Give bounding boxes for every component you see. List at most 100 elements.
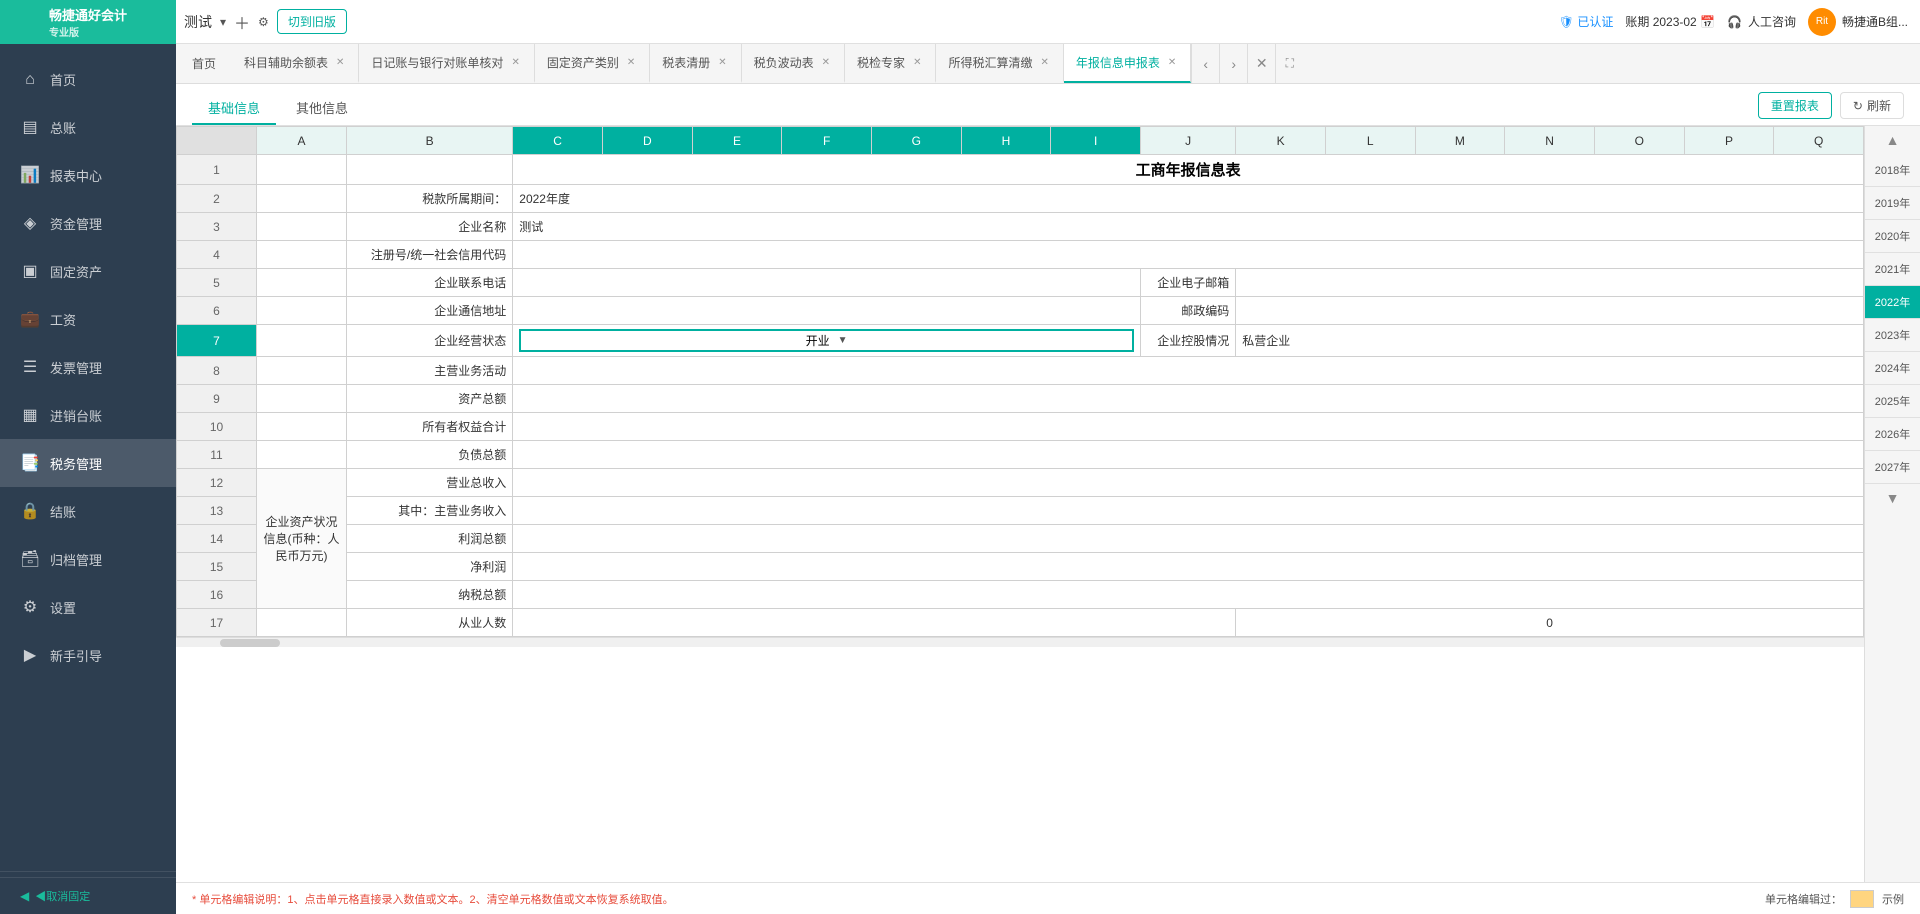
- year-item-2019[interactable]: 2019年: [1865, 187, 1920, 220]
- cell-main-revenue-value[interactable]: [513, 497, 1864, 525]
- h-scrollbar[interactable]: [176, 637, 1864, 647]
- year-item-2022[interactable]: 2022年: [1865, 286, 1920, 319]
- col-header-e[interactable]: E: [692, 127, 782, 155]
- sidebar-item-inventory[interactable]: ▦ 进销台账: [0, 391, 176, 439]
- sidebar-item-tax[interactable]: 📑 税务管理: [0, 439, 176, 487]
- dropdown-icon[interactable]: ▾: [220, 15, 226, 29]
- spreadsheet-main[interactable]: A B C D E F G H I J K L: [176, 126, 1864, 882]
- tab-tax-expert[interactable]: 税检专家 ✕: [845, 44, 936, 83]
- sidebar-item-assets[interactable]: ▣ 固定资产: [0, 247, 176, 295]
- cell-total-debt-value[interactable]: [513, 441, 1864, 469]
- sidebar-item-archive[interactable]: 🗃 归档管理: [0, 535, 176, 583]
- col-header-a[interactable]: A: [257, 127, 347, 155]
- collapse-sidebar-button[interactable]: ◀ ◀取消固定: [0, 877, 176, 914]
- cell-total-revenue-value[interactable]: [513, 469, 1864, 497]
- cell-period-value[interactable]: 2022年度: [513, 185, 1864, 213]
- sidebar-item-home[interactable]: ⌂ 首页: [0, 56, 176, 103]
- cell-equity-value[interactable]: [513, 413, 1864, 441]
- cell-employees-num[interactable]: 0: [1236, 609, 1864, 637]
- tab-close-tax-wave[interactable]: ✕: [820, 57, 832, 68]
- tab-close-aux[interactable]: ✕: [334, 57, 346, 68]
- tab-close-tax-list[interactable]: ✕: [716, 57, 728, 68]
- cell-phone-value[interactable]: [513, 269, 1141, 297]
- sub-tab-actions: 重置报表 ↻ 刷新: [1758, 92, 1904, 125]
- cell-regnum-value[interactable]: [513, 241, 1864, 269]
- tab-prev-button[interactable]: ‹: [1191, 44, 1219, 83]
- add-icon[interactable]: ＋: [234, 10, 250, 34]
- cell-address-value[interactable]: [513, 297, 1141, 325]
- col-header-b[interactable]: B: [347, 127, 513, 155]
- tab-close-bank[interactable]: ✕: [509, 57, 521, 68]
- sidebar-item-close[interactable]: 🔒 结账: [0, 487, 176, 535]
- tab-bank-reconcile[interactable]: 日记账与银行对账单核对 ✕: [359, 44, 534, 83]
- year-item-2021[interactable]: 2021年: [1865, 253, 1920, 286]
- cell-biz-status-value[interactable]: 开业 ▼: [513, 325, 1141, 357]
- tab-close-all-button[interactable]: ✕: [1247, 44, 1275, 83]
- year-item-2026[interactable]: 2026年: [1865, 418, 1920, 451]
- sidebar-item-settings[interactable]: ⚙ 设置: [0, 583, 176, 631]
- cell-total-assets-value[interactable]: [513, 385, 1864, 413]
- cell-employees-value[interactable]: [513, 609, 1236, 637]
- cell-net-profit-value[interactable]: [513, 553, 1864, 581]
- year-scroll-down-button[interactable]: ▼: [1865, 484, 1920, 512]
- user-profile[interactable]: Rit 畅捷通B组...: [1808, 8, 1908, 36]
- col-header-q[interactable]: Q: [1774, 127, 1864, 155]
- tab-tax-list[interactable]: 税表清册 ✕: [650, 44, 741, 83]
- service-button[interactable]: 🎧 人工咨询: [1727, 13, 1796, 30]
- tab-next-button[interactable]: ›: [1219, 44, 1247, 83]
- reset-report-button[interactable]: 重置报表: [1758, 92, 1832, 119]
- tab-close-tax-expert[interactable]: ✕: [911, 57, 923, 68]
- tab-close-assets[interactable]: ✕: [625, 57, 637, 68]
- year-item-2024[interactable]: 2024年: [1865, 352, 1920, 385]
- old-version-button[interactable]: 切到旧版: [277, 9, 347, 34]
- col-header-p[interactable]: P: [1684, 127, 1774, 155]
- col-header-i[interactable]: I: [1051, 127, 1141, 155]
- col-header-n[interactable]: N: [1505, 127, 1595, 155]
- sub-tab-other[interactable]: 其他信息: [280, 92, 364, 125]
- tab-home[interactable]: 首页: [176, 44, 232, 83]
- year-scroll-up-button[interactable]: ▲: [1865, 126, 1920, 154]
- sidebar-item-guide[interactable]: ▶ 新手引导: [0, 631, 176, 679]
- year-item-2023[interactable]: 2023年: [1865, 319, 1920, 352]
- cell-email-value[interactable]: [1236, 269, 1864, 297]
- tab-fullscreen-button[interactable]: ⛶: [1275, 44, 1303, 83]
- cell-label-regnum: 注册号/统一社会信用代码: [347, 241, 513, 269]
- refresh-button[interactable]: ↻ 刷新: [1840, 92, 1904, 119]
- sub-tab-basic[interactable]: 基础信息: [192, 92, 276, 125]
- sidebar-item-reports[interactable]: 📊 报表中心: [0, 151, 176, 199]
- col-header-m[interactable]: M: [1415, 127, 1505, 155]
- cell-company-value[interactable]: 测试: [513, 213, 1864, 241]
- cell-main-biz-value[interactable]: [513, 357, 1864, 385]
- cell-label-postcode: 邮政编码: [1140, 297, 1235, 325]
- col-header-c[interactable]: C: [513, 127, 603, 155]
- col-header-g[interactable]: G: [871, 127, 961, 155]
- col-header-h[interactable]: H: [961, 127, 1051, 155]
- col-header-l[interactable]: L: [1325, 127, 1415, 155]
- tab-annual-report[interactable]: 年报信息申报表 ✕: [1064, 44, 1191, 83]
- year-item-2020[interactable]: 2020年: [1865, 220, 1920, 253]
- col-header-d[interactable]: D: [602, 127, 692, 155]
- tab-tax-wave[interactable]: 税负波动表 ✕: [742, 44, 845, 83]
- tab-close-income-tax[interactable]: ✕: [1038, 57, 1050, 68]
- cell-total-profit-value[interactable]: [513, 525, 1864, 553]
- year-item-2025[interactable]: 2025年: [1865, 385, 1920, 418]
- sidebar-item-payroll[interactable]: 💼 工资: [0, 295, 176, 343]
- cell-total-tax-value[interactable]: [513, 581, 1864, 609]
- cell-holding-value[interactable]: 私营企业: [1236, 325, 1864, 357]
- table-title-cell[interactable]: 工商年报信息表: [513, 155, 1864, 185]
- cell-postcode-value[interactable]: [1236, 297, 1864, 325]
- sidebar-item-ledger[interactable]: ▤ 总账: [0, 103, 176, 151]
- col-header-k[interactable]: K: [1236, 127, 1326, 155]
- tab-income-tax[interactable]: 所得税汇算清缴 ✕: [936, 44, 1063, 83]
- settings-icon[interactable]: ⚙: [258, 15, 269, 29]
- year-item-2027[interactable]: 2027年: [1865, 451, 1920, 484]
- col-header-o[interactable]: O: [1594, 127, 1684, 155]
- tab-aux-balance[interactable]: 科目辅助余额表 ✕: [232, 44, 359, 83]
- tab-close-annual[interactable]: ✕: [1166, 57, 1178, 68]
- sidebar-item-invoices[interactable]: ☰ 发票管理: [0, 343, 176, 391]
- col-header-f[interactable]: F: [782, 127, 872, 155]
- sidebar-item-funds[interactable]: ◈ 资金管理: [0, 199, 176, 247]
- col-header-j[interactable]: J: [1140, 127, 1235, 155]
- year-item-2018[interactable]: 2018年: [1865, 154, 1920, 187]
- tab-fixed-assets-cat[interactable]: 固定资产类别 ✕: [535, 44, 650, 83]
